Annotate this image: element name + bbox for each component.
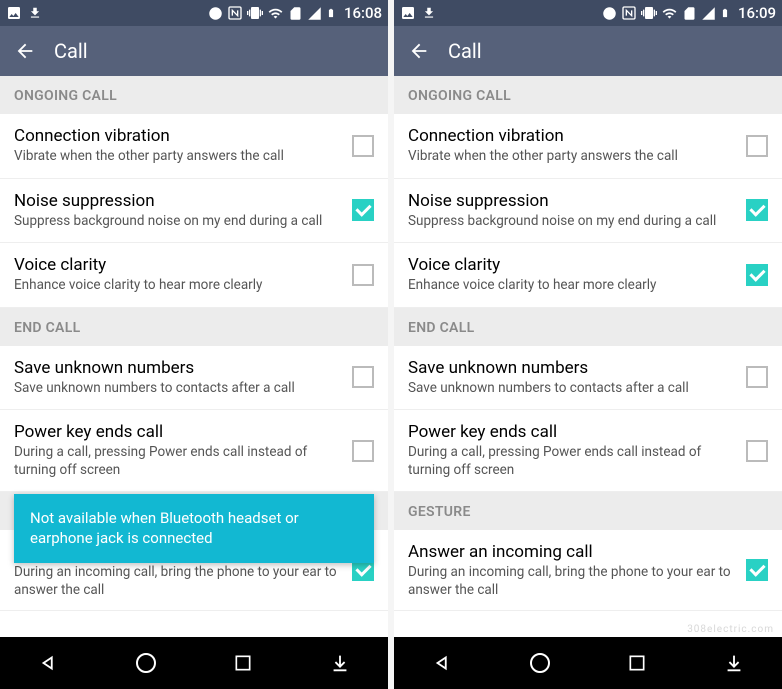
row-title: Save unknown numbers (14, 358, 342, 378)
back-icon[interactable] (408, 40, 430, 62)
appbar-title: Call (448, 39, 482, 63)
status-bar: 16:08 (0, 0, 388, 26)
checkbox-power-key[interactable] (746, 440, 768, 462)
row-subtitle: Vibrate when the other party answers the… (408, 148, 736, 166)
nav-home[interactable] (132, 649, 160, 677)
row-title: Voice clarity (408, 255, 736, 275)
wifi-icon (661, 6, 678, 21)
row-title: Answer an incoming call (408, 542, 736, 562)
status-right-icons: 16:08 (208, 4, 382, 22)
signal-icon (701, 6, 716, 21)
row-save-unknown[interactable]: Save unknown numbers Save unknown number… (394, 346, 782, 411)
section-header-ongoing: ONGOING CALL (394, 76, 782, 114)
row-connection-vibration[interactable]: Connection vibration Vibrate when the ot… (0, 114, 388, 179)
sim-icon (682, 6, 697, 21)
back-icon[interactable] (14, 40, 36, 62)
bluetooth-icon (208, 6, 223, 21)
sim-icon (288, 6, 303, 21)
status-time: 16:08 (344, 4, 382, 22)
nfc-icon (227, 5, 243, 21)
row-answer-incoming[interactable]: Answer an incoming call During an incomi… (394, 530, 782, 611)
row-title: Connection vibration (14, 126, 342, 146)
download-icon (28, 6, 42, 20)
settings-list: ONGOING CALL Connection vibration Vibrat… (394, 76, 782, 637)
nav-bar (0, 637, 388, 689)
row-title: Power key ends call (14, 422, 342, 442)
row-subtitle: During an incoming call, bring the phone… (408, 564, 736, 598)
app-bar: Call (394, 26, 782, 76)
battery-icon (326, 5, 336, 21)
checkbox-connection-vibration[interactable] (746, 135, 768, 157)
signal-icon (307, 6, 322, 21)
image-icon (400, 5, 416, 21)
nav-recent[interactable] (623, 649, 651, 677)
row-noise-suppression[interactable]: Noise suppression Suppress background no… (394, 179, 782, 244)
row-subtitle: Save unknown numbers to contacts after a… (408, 380, 736, 398)
row-subtitle: Save unknown numbers to contacts after a… (14, 380, 342, 398)
status-time: 16:09 (738, 4, 776, 22)
section-header-endcall: END CALL (0, 308, 388, 346)
row-title: Noise suppression (408, 191, 736, 211)
checkbox-answer-incoming[interactable] (746, 559, 768, 581)
row-title: Power key ends call (408, 422, 736, 442)
row-subtitle: Enhance voice clarity to hear more clear… (408, 277, 736, 295)
nav-recent[interactable] (229, 649, 257, 677)
row-subtitle: Suppress background noise on my end duri… (14, 213, 342, 231)
appbar-title: Call (54, 39, 88, 63)
checkbox-answer-incoming[interactable] (352, 559, 374, 581)
row-save-unknown[interactable]: Save unknown numbers Save unknown number… (0, 346, 388, 411)
row-power-key[interactable]: Power key ends call During a call, press… (394, 410, 782, 492)
nav-extra[interactable] (326, 649, 354, 677)
checkbox-voice-clarity[interactable] (352, 264, 374, 286)
checkbox-connection-vibration[interactable] (352, 135, 374, 157)
checkbox-voice-clarity[interactable] (746, 264, 768, 286)
row-subtitle: Vibrate when the other party answers the… (14, 148, 342, 166)
nav-back[interactable] (429, 649, 457, 677)
nav-back[interactable] (35, 649, 63, 677)
row-subtitle: During an incoming call, bring the phone… (14, 564, 342, 598)
section-header-ongoing: ONGOING CALL (0, 76, 388, 114)
wifi-icon (267, 6, 284, 21)
checkbox-power-key[interactable] (352, 440, 374, 462)
status-left-icons (400, 5, 436, 21)
status-bar: 16:09 (394, 0, 782, 26)
battery-icon (720, 5, 730, 21)
checkbox-save-unknown[interactable] (746, 366, 768, 388)
status-right-icons: 16:09 (602, 4, 776, 22)
row-power-key[interactable]: Power key ends call During a call, press… (0, 410, 388, 492)
row-subtitle: Suppress background noise on my end duri… (408, 213, 736, 231)
row-title: Voice clarity (14, 255, 342, 275)
bluetooth-icon (602, 6, 617, 21)
row-title: Connection vibration (408, 126, 736, 146)
phone-left: 16:08 Call ONGOING CALL Connection vibra… (0, 0, 388, 689)
row-title: Noise suppression (14, 191, 342, 211)
nav-extra[interactable] (720, 649, 748, 677)
row-subtitle: Enhance voice clarity to hear more clear… (14, 277, 342, 295)
row-title: Save unknown numbers (408, 358, 736, 378)
toast-message: Not available when Bluetooth headset or … (14, 494, 374, 563)
nav-bar (394, 637, 782, 689)
checkbox-noise-suppression[interactable] (746, 199, 768, 221)
checkbox-noise-suppression[interactable] (352, 199, 374, 221)
checkbox-save-unknown[interactable] (352, 366, 374, 388)
app-bar: Call (0, 26, 388, 76)
vibrate-icon (247, 5, 263, 21)
nav-home[interactable] (526, 649, 554, 677)
row-subtitle: During a call, pressing Power ends call … (14, 444, 342, 479)
download-icon (422, 6, 436, 20)
row-subtitle: During a call, pressing Power ends call … (408, 444, 736, 479)
row-connection-vibration[interactable]: Connection vibration Vibrate when the ot… (394, 114, 782, 179)
status-left-icons (6, 5, 42, 21)
row-voice-clarity[interactable]: Voice clarity Enhance voice clarity to h… (0, 243, 388, 308)
phone-right: 16:09 Call ONGOING CALL Connection vibra… (394, 0, 782, 689)
section-header-endcall: END CALL (394, 308, 782, 346)
section-header-gesture: GESTURE (394, 492, 782, 530)
nfc-icon (621, 5, 637, 21)
row-noise-suppression[interactable]: Noise suppression Suppress background no… (0, 179, 388, 244)
row-voice-clarity[interactable]: Voice clarity Enhance voice clarity to h… (394, 243, 782, 308)
image-icon (6, 5, 22, 21)
watermark: 308electric.com (687, 624, 774, 635)
vibrate-icon (641, 5, 657, 21)
